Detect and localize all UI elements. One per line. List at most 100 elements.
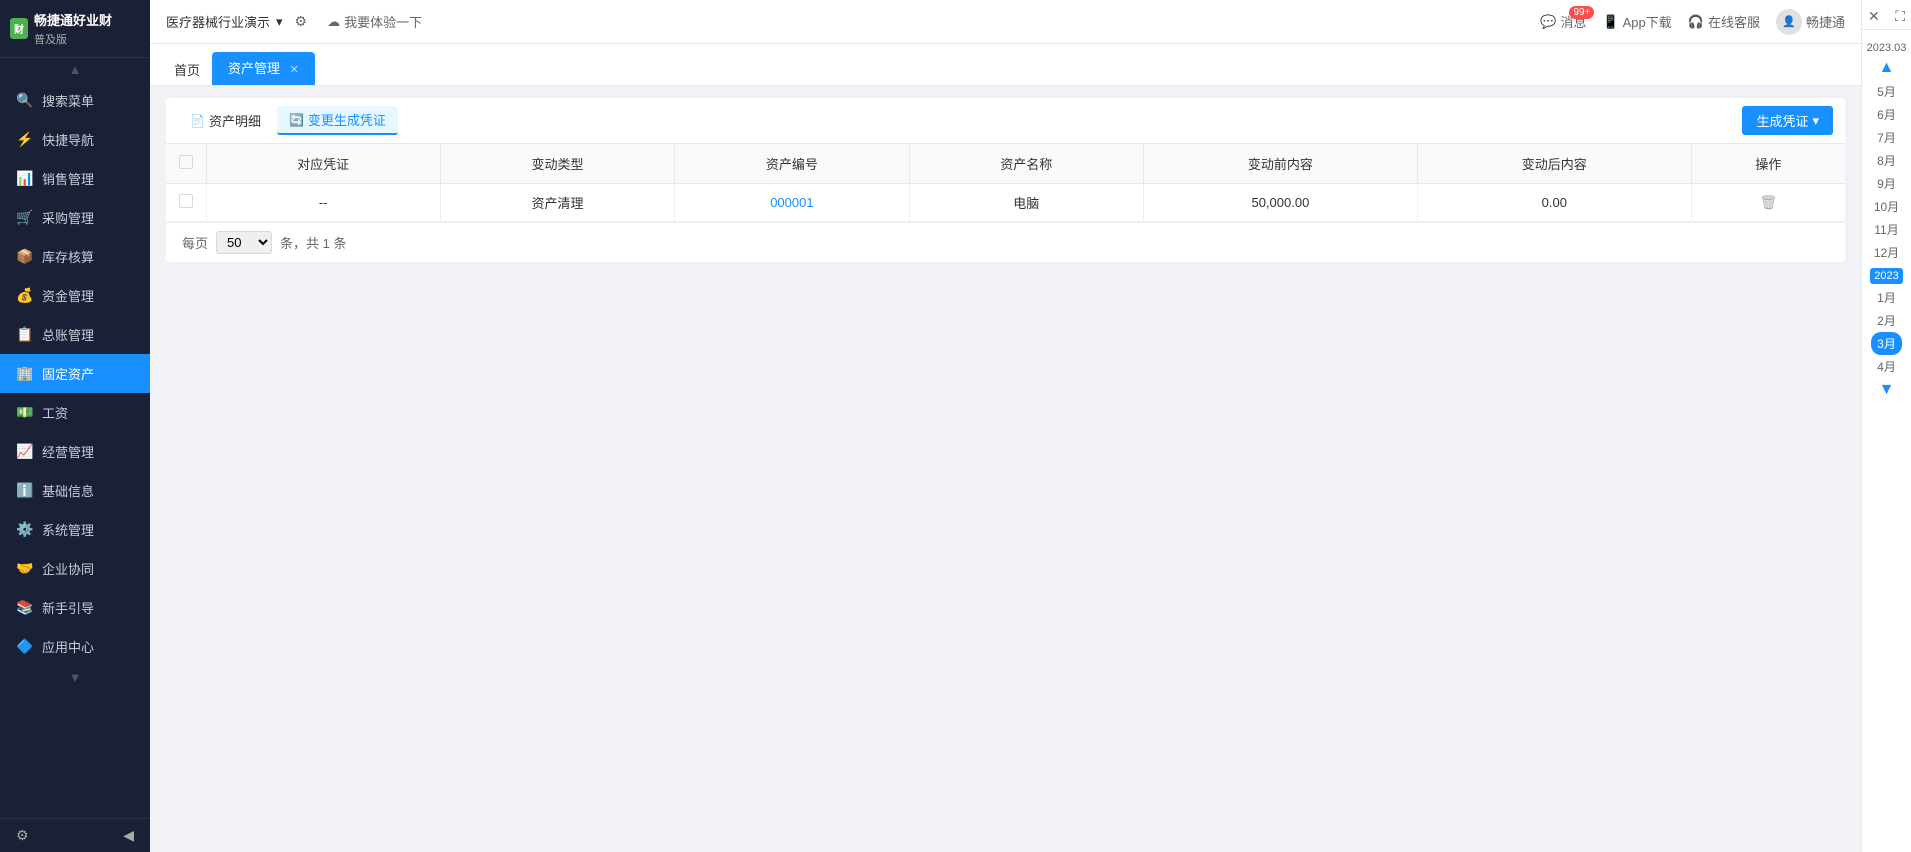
- user-menu[interactable]: 👤 畅捷通: [1776, 9, 1845, 35]
- basic-info-icon: ℹ️: [16, 482, 34, 499]
- sub-tabs: 📄 资产明细 🔄 变更生成凭证 生成凭证 ▾: [166, 98, 1845, 144]
- content-area: 📄 资产明细 🔄 变更生成凭证 生成凭证 ▾: [150, 86, 1861, 852]
- timeline-month-9[interactable]: 9月: [1871, 172, 1902, 195]
- sidebar-item-system[interactable]: ⚙️ 系统管理: [0, 510, 150, 549]
- sidebar-item-app-center[interactable]: 🔷 应用中心: [0, 627, 150, 666]
- sidebar-item-label: 搜索菜单: [42, 91, 94, 110]
- sidebar-item-label: 应用中心: [42, 637, 94, 656]
- sidebar-item-funds[interactable]: 💰 资金管理: [0, 276, 150, 315]
- right-panel: ✕ ⛶ 2023.03 ▲ 5月 6月 7月 8月 9月 10月 11月 12月…: [1861, 0, 1911, 852]
- sub-tab-asset-detail[interactable]: 📄 资产明细: [178, 107, 273, 134]
- td-before-change: 50,000.00: [1143, 184, 1417, 222]
- tab-asset-management[interactable]: 资产管理 ✕: [212, 52, 315, 85]
- sidebar-item-quicknav[interactable]: ⚡ 快捷导航: [0, 120, 150, 159]
- sidebar-item-enterprise[interactable]: 🤝 企业协同: [0, 549, 150, 588]
- timeline-month-8[interactable]: 8月: [1871, 149, 1902, 172]
- timeline-month-2023-2[interactable]: 2月: [1871, 309, 1902, 332]
- avatar: 👤: [1776, 9, 1802, 35]
- year-2023-marker[interactable]: 2023: [1870, 268, 1902, 284]
- sidebar-item-payroll[interactable]: 💵 工资: [0, 393, 150, 432]
- operations-icon: 📈: [16, 443, 34, 460]
- timeline-month-11[interactable]: 11月: [1868, 218, 1904, 241]
- sidebar-item-ledger[interactable]: 📋 总账管理: [0, 315, 150, 354]
- sidebar-item-label: 采购管理: [42, 208, 94, 227]
- asset-code-link[interactable]: 000001: [770, 195, 813, 210]
- panel-close-button[interactable]: ✕: [1868, 8, 1880, 25]
- sidebar-item-sales[interactable]: 📊 销售管理: [0, 159, 150, 198]
- logo-icon: 财: [10, 18, 28, 39]
- topbar-settings-icon[interactable]: ⚙: [295, 13, 308, 30]
- timeline-month-7[interactable]: 7月: [1871, 126, 1902, 149]
- panel-expand-button[interactable]: ⛶: [1895, 8, 1905, 25]
- sidebar-item-label: 企业协同: [42, 559, 94, 578]
- sidebar-item-label: 基础信息: [42, 481, 94, 500]
- sidebar-item-label: 固定资产: [42, 364, 94, 383]
- service-icon: 🎧: [1688, 14, 1704, 30]
- cloud-icon: ☁: [327, 14, 340, 30]
- sidebar-item-fixed-assets[interactable]: 🏢 固定资产: [0, 354, 150, 393]
- sub-tab-change-voucher[interactable]: 🔄 变更生成凭证: [277, 106, 398, 135]
- timeline-month-2023-4[interactable]: 4月: [1871, 355, 1902, 378]
- app-download-button[interactable]: 📱 App下载: [1602, 12, 1671, 31]
- table-row: -- 资产清理 000001 电脑 50,000.00 0.00 🗑: [166, 184, 1845, 222]
- tab-close-button[interactable]: ✕: [290, 64, 299, 76]
- online-service-button[interactable]: 🎧 在线客服: [1688, 12, 1760, 31]
- timeline-month-12[interactable]: 12月: [1868, 241, 1905, 264]
- sidebar-item-label: 经营管理: [42, 442, 94, 461]
- enterprise-icon: 🤝: [16, 560, 34, 577]
- per-page-label: 每页: [182, 233, 208, 252]
- quicknav-icon: ⚡: [16, 131, 34, 148]
- download-icon: 📱: [1602, 14, 1618, 30]
- tabs-bar: 首页 资产管理 ✕: [150, 44, 1861, 86]
- sidebar-nav: ▲ 🔍 搜索菜单 ⚡ 快捷导航 📊 销售管理 🛒 采购管理 📦 库存核算 💰 资…: [0, 58, 150, 818]
- generate-voucher-label: 生成凭证: [1756, 111, 1808, 130]
- timeline-month-5[interactable]: 5月: [1871, 80, 1902, 103]
- sidebar-scroll-up[interactable]: ▲: [0, 58, 150, 81]
- td-after-change: 0.00: [1417, 184, 1691, 222]
- th-asset-name: 资产名称: [909, 144, 1143, 184]
- funds-icon: 💰: [16, 287, 34, 304]
- company-selector[interactable]: 医疗器械行业演示 ▾: [166, 12, 283, 31]
- sidebar-logo: 财 畅捷通好业财 普及版: [0, 0, 150, 58]
- sidebar-scroll-down[interactable]: ▼: [0, 666, 150, 689]
- timeline: 2023.03 ▲ 5月 6月 7月 8月 9月 10月 11月 12月 202…: [1862, 30, 1911, 852]
- sidebar-item-inventory[interactable]: 📦 库存核算: [0, 237, 150, 276]
- online-service-label: 在线客服: [1708, 12, 1760, 31]
- tab-home[interactable]: 首页: [166, 54, 208, 85]
- asset-detail-icon: 📄: [190, 114, 205, 128]
- sidebar: 财 畅捷通好业财 普及版 ▲ 🔍 搜索菜单 ⚡ 快捷导航 📊 销售管理 🛒 采购…: [0, 0, 150, 852]
- right-panel-header: ✕ ⛶: [1862, 4, 1911, 30]
- topbar-right: 💬 消息 99+ 📱 App下载 🎧 在线客服 👤 畅捷通: [1540, 9, 1845, 35]
- sub-tab-asset-detail-label: 资产明细: [209, 111, 261, 130]
- system-icon: ⚙️: [16, 521, 34, 538]
- generate-voucher-button[interactable]: 生成凭证 ▾: [1742, 106, 1833, 135]
- select-all-checkbox[interactable]: [179, 155, 193, 169]
- inventory-icon: 📦: [16, 248, 34, 265]
- timeline-scroll-up[interactable]: ▲: [1876, 56, 1898, 80]
- experience-text: 我要体验一下: [344, 12, 422, 31]
- app-version: 普及版: [34, 31, 112, 47]
- settings-button[interactable]: ⚙: [16, 827, 29, 844]
- timeline-month-10[interactable]: 10月: [1868, 195, 1905, 218]
- timeline-month-2023-3[interactable]: 3月: [1871, 332, 1902, 355]
- delete-button[interactable]: 🗑: [1759, 194, 1777, 210]
- td-asset-code[interactable]: 000001: [675, 184, 909, 222]
- sidebar-item-search[interactable]: 🔍 搜索菜单: [0, 81, 150, 120]
- page-size-select[interactable]: 50 10 20 100: [216, 231, 272, 254]
- row-checkbox[interactable]: [179, 194, 193, 208]
- th-after-change: 变动后内容: [1417, 144, 1691, 184]
- sidebar-item-guide[interactable]: 📚 新手引导: [0, 588, 150, 627]
- total-text: 条，共 1 条: [280, 233, 346, 252]
- message-button[interactable]: 💬 消息 99+: [1540, 12, 1586, 31]
- dropdown-icon: ▾: [276, 14, 283, 30]
- sidebar-item-purchase[interactable]: 🛒 采购管理: [0, 198, 150, 237]
- td-action: 🗑: [1691, 184, 1845, 222]
- timeline-scroll-down[interactable]: ▼: [1876, 378, 1898, 402]
- sidebar-item-basic-info[interactable]: ℹ️ 基础信息: [0, 471, 150, 510]
- experience-button[interactable]: ☁ 我要体验一下: [327, 12, 422, 31]
- sidebar-item-operations[interactable]: 📈 经营管理: [0, 432, 150, 471]
- timeline-month-2023-1[interactable]: 1月: [1871, 286, 1902, 309]
- collapse-button[interactable]: ◀: [123, 827, 134, 844]
- fixed-assets-icon: 🏢: [16, 365, 34, 382]
- timeline-month-6[interactable]: 6月: [1871, 103, 1902, 126]
